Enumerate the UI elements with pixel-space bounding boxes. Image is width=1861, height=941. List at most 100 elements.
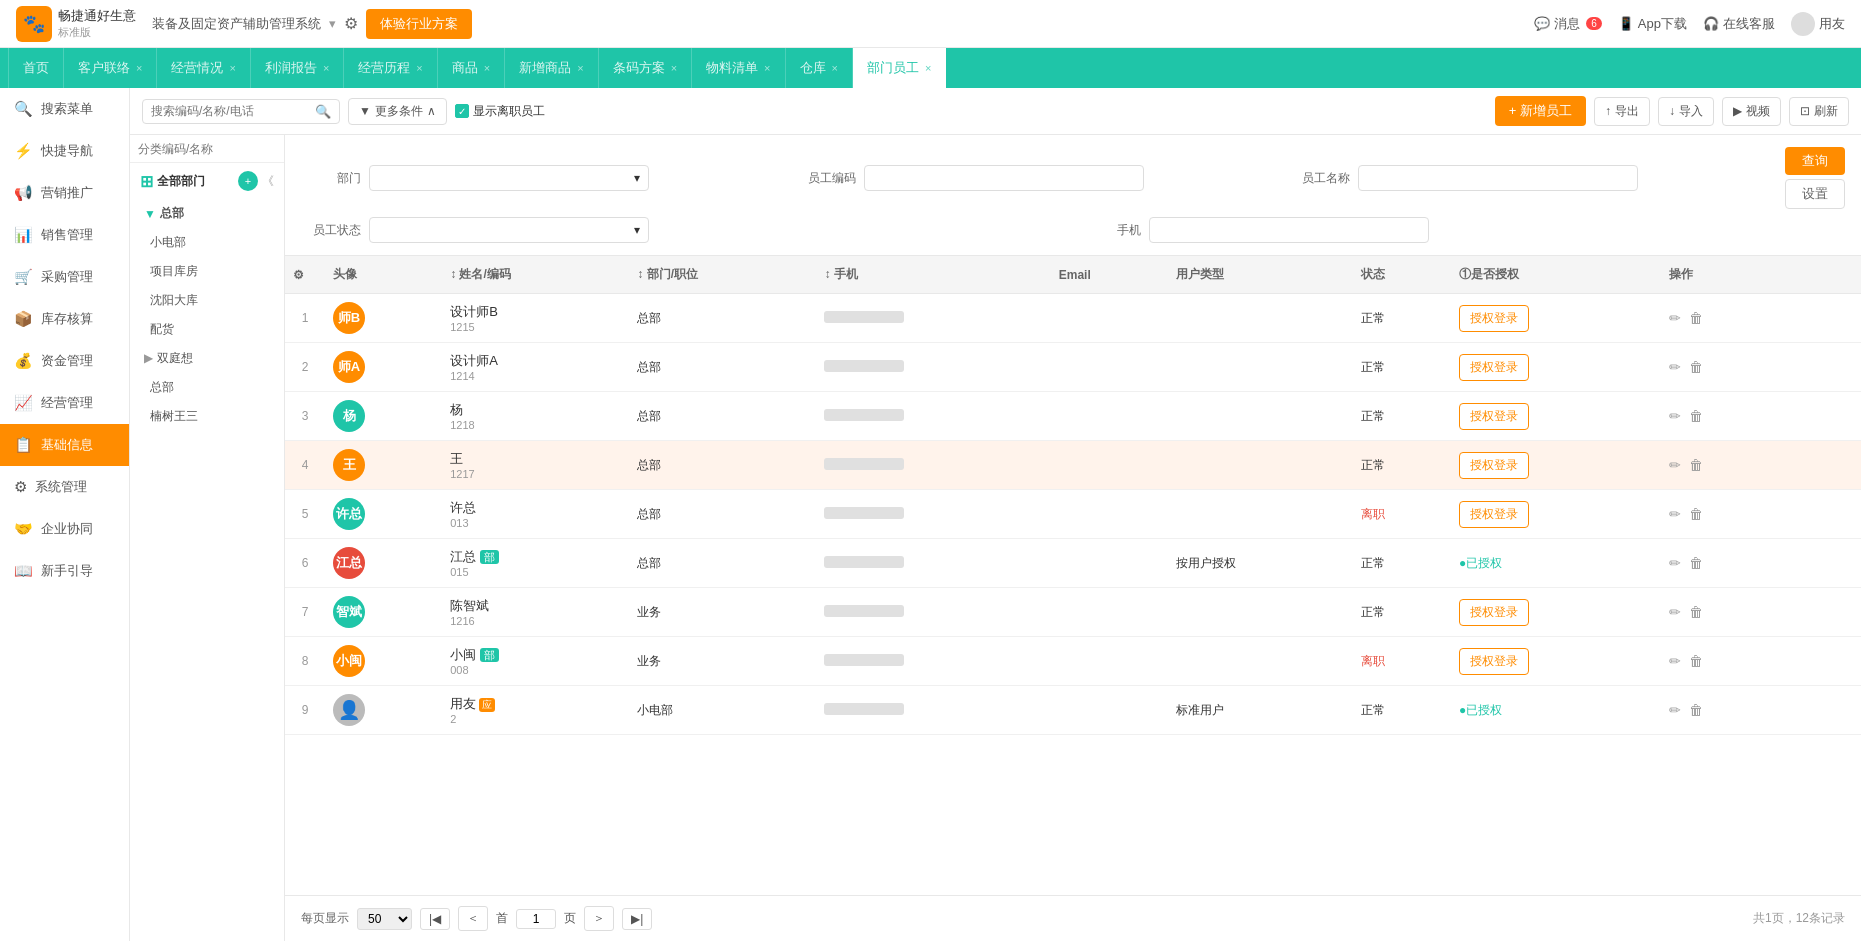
nav-guide[interactable]: 📖 新手引导	[0, 550, 129, 592]
auth-login-button[interactable]: 授权登录	[1459, 648, 1529, 675]
nav-system[interactable]: ⚙ 系统管理	[0, 466, 129, 508]
tab-customer[interactable]: 客户联络×	[64, 48, 157, 88]
dept-general-hq[interactable]: ▼ 总部	[130, 199, 284, 228]
auth-login-button[interactable]: 授权登录	[1459, 452, 1529, 479]
show-resigned-checkbox[interactable]: ✓	[455, 104, 469, 118]
nav-collab[interactable]: 🤝 企业协同	[0, 508, 129, 550]
nav-purchase[interactable]: 🛒 采购管理	[0, 256, 129, 298]
nav-inventory[interactable]: 📦 库存核算	[0, 298, 129, 340]
close-icon[interactable]: ×	[764, 62, 770, 74]
nav-marketing[interactable]: 📢 营销推广	[0, 172, 129, 214]
search-input[interactable]	[151, 104, 311, 118]
filter-empcode-input[interactable]	[864, 165, 1144, 191]
online-service-button[interactable]: 🎧 在线客服	[1703, 15, 1775, 33]
delete-icon[interactable]: 🗑	[1689, 408, 1703, 424]
tab-history[interactable]: 经营历程×	[344, 48, 437, 88]
edit-icon[interactable]: ✏	[1669, 408, 1681, 424]
edit-icon[interactable]: ✏	[1669, 310, 1681, 326]
prev-page-button[interactable]: ＜	[458, 906, 488, 931]
close-icon[interactable]: ×	[832, 62, 838, 74]
dept-distribution[interactable]: 配货	[130, 315, 284, 344]
edit-icon[interactable]: ✏	[1669, 359, 1681, 375]
filter-phone-input[interactable]	[1149, 217, 1429, 243]
close-icon[interactable]: ×	[323, 62, 329, 74]
show-resigned-checkbox-wrap[interactable]: ✓ 显示离职员工	[455, 103, 545, 120]
set-button[interactable]: 设置	[1785, 179, 1845, 209]
tab-dept-staff[interactable]: 部门员工×	[853, 48, 946, 88]
tab-profit[interactable]: 利润报告×	[251, 48, 344, 88]
nav-search-menu[interactable]: 🔍 搜索菜单	[0, 88, 129, 130]
print-button[interactable]: ⊡ 刷新	[1789, 97, 1849, 126]
dept-nanshuwang[interactable]: 楠树王三	[130, 402, 284, 431]
edit-icon[interactable]: ✏	[1669, 555, 1681, 571]
tab-business[interactable]: 经营情况×	[157, 48, 250, 88]
edit-icon[interactable]: ✏	[1669, 457, 1681, 473]
edit-icon[interactable]: ✏	[1669, 702, 1681, 718]
close-icon[interactable]: ×	[136, 62, 142, 74]
close-icon[interactable]: ×	[925, 62, 931, 74]
video-button[interactable]: ▶ 视频	[1722, 97, 1781, 126]
nav-basic-info[interactable]: 📋 基础信息	[0, 424, 129, 466]
tab-warehouse[interactable]: 仓库×	[786, 48, 853, 88]
dropdown-arrow-icon[interactable]: ▾	[329, 16, 336, 31]
edit-icon[interactable]: ✏	[1669, 604, 1681, 620]
first-page-button[interactable]: |◀	[420, 908, 450, 930]
filter-dept-select[interactable]: ▾	[369, 165, 649, 191]
delete-icon[interactable]: 🗑	[1689, 653, 1703, 669]
dept-hq[interactable]: 总部	[130, 373, 284, 402]
auth-login-button[interactable]: 授权登录	[1459, 403, 1529, 430]
filter-status-select[interactable]: ▾	[369, 217, 649, 243]
tab-home[interactable]: 首页	[8, 48, 64, 88]
delete-icon[interactable]: 🗑	[1689, 359, 1703, 375]
add-dept-button[interactable]: +	[238, 171, 258, 191]
delete-icon[interactable]: 🗑	[1689, 604, 1703, 620]
nav-finance[interactable]: 💰 资金管理	[0, 340, 129, 382]
auth-login-button[interactable]: 授权登录	[1459, 305, 1529, 332]
delete-icon[interactable]: 🗑	[1689, 506, 1703, 522]
message-button[interactable]: 💬 消息 6	[1534, 15, 1602, 33]
delete-icon[interactable]: 🗑	[1689, 555, 1703, 571]
collapse-sidebar-button[interactable]: 《	[262, 173, 274, 190]
th-settings[interactable]: ⚙	[285, 256, 325, 294]
nav-sales[interactable]: 📊 销售管理	[0, 214, 129, 256]
export-button[interactable]: ↑ 导出	[1594, 97, 1650, 126]
next-page-button[interactable]: ＞	[584, 906, 614, 931]
close-icon[interactable]: ×	[484, 62, 490, 74]
last-page-button[interactable]: ▶|	[622, 908, 652, 930]
per-page-select[interactable]: 50 100 200	[357, 908, 412, 930]
nav-operations[interactable]: 📈 经营管理	[0, 382, 129, 424]
edit-icon[interactable]: ✏	[1669, 653, 1681, 669]
auth-login-button[interactable]: 授权登录	[1459, 599, 1529, 626]
close-icon[interactable]: ×	[229, 62, 235, 74]
dept-shuangt[interactable]: ▶双庭想	[130, 344, 284, 373]
page-input[interactable]	[516, 909, 556, 929]
dept-search-input[interactable]	[138, 142, 285, 156]
dept-small-elec[interactable]: 小电部	[130, 228, 284, 257]
query-button[interactable]: 查询	[1785, 147, 1845, 175]
more-filter-button[interactable]: ▼ 更多条件 ∧	[348, 98, 447, 125]
tab-goods[interactable]: 商品×	[438, 48, 505, 88]
delete-icon[interactable]: 🗑	[1689, 702, 1703, 718]
auth-login-button[interactable]: 授权登录	[1459, 501, 1529, 528]
tab-barcode[interactable]: 条码方案×	[599, 48, 692, 88]
settings-gear-button[interactable]: ⚙	[344, 14, 358, 33]
add-employee-button[interactable]: + 新增员工	[1495, 96, 1586, 126]
edit-icon[interactable]: ✏	[1669, 506, 1681, 522]
dept-shenyang[interactable]: 沈阳大库	[130, 286, 284, 315]
filter-empname-input[interactable]	[1358, 165, 1638, 191]
delete-icon[interactable]: 🗑	[1689, 457, 1703, 473]
delete-icon[interactable]: 🗑	[1689, 310, 1703, 326]
nav-quick-nav[interactable]: ⚡ 快捷导航	[0, 130, 129, 172]
close-icon[interactable]: ×	[577, 62, 583, 74]
trial-button[interactable]: 体验行业方案	[366, 9, 472, 39]
auth-login-button[interactable]: 授权登录	[1459, 354, 1529, 381]
close-icon[interactable]: ×	[416, 62, 422, 74]
tab-add-goods[interactable]: 新增商品×	[505, 48, 598, 88]
all-depts-row[interactable]: ⊞ 全部部门 + 《	[130, 163, 284, 199]
user-menu-button[interactable]: 用友	[1791, 12, 1845, 36]
close-icon[interactable]: ×	[671, 62, 677, 74]
app-download-button[interactable]: 📱 App下载	[1618, 15, 1687, 33]
import-button[interactable]: ↓ 导入	[1658, 97, 1714, 126]
tab-bom[interactable]: 物料清单×	[692, 48, 785, 88]
dept-project-room[interactable]: 项目库房	[130, 257, 284, 286]
